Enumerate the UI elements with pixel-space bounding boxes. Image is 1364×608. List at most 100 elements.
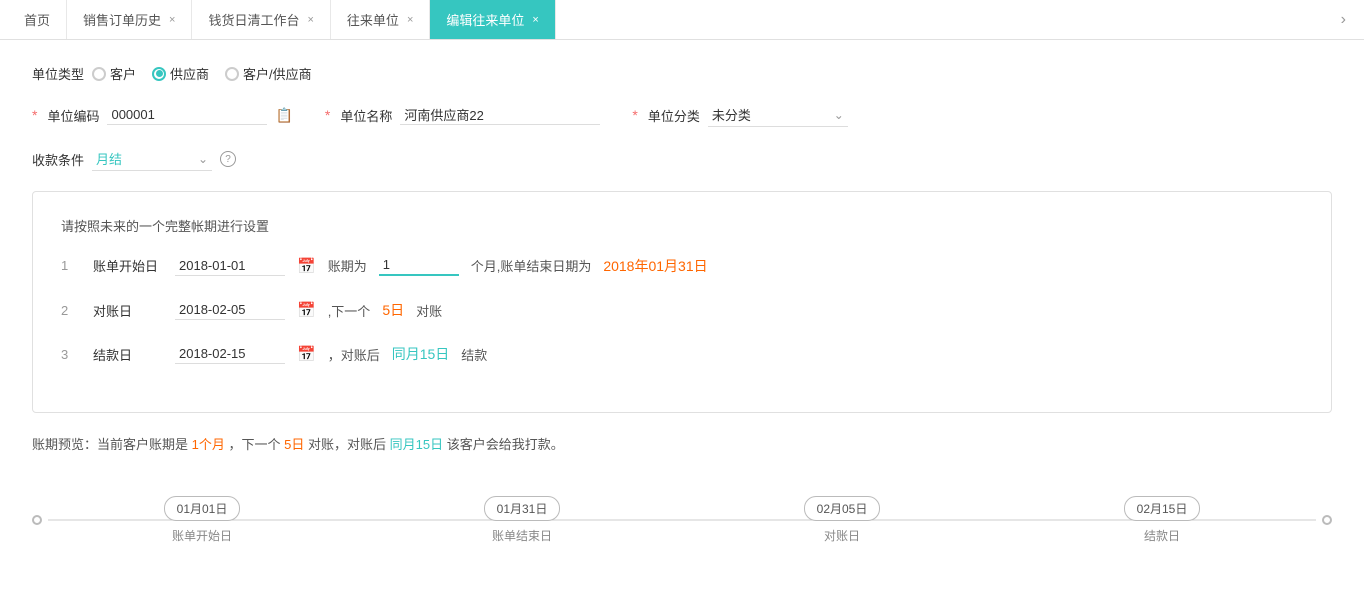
tab-cash-close[interactable]: ×: [307, 14, 313, 26]
timeline-label-1: 账单开始日: [172, 527, 232, 544]
timeline-node-1: 01月01日 账单开始日: [164, 496, 241, 544]
payment-calendar-icon[interactable]: 📅: [297, 345, 316, 363]
row-num-1: 1: [61, 258, 81, 273]
unit-name-field: * 单位名称: [325, 105, 600, 125]
unit-category-star: *: [632, 107, 637, 123]
radio-customer[interactable]: 客户: [92, 64, 136, 83]
tab-more-arrow[interactable]: ›: [1331, 0, 1356, 39]
tab-edit-close[interactable]: ×: [532, 14, 538, 26]
start-date-calendar-icon[interactable]: 📅: [297, 257, 316, 275]
unit-category-value: 未分类: [712, 105, 830, 124]
timeline-label-2: 账单结束日: [492, 527, 552, 544]
payment-field: 收款条件 月结 ⌄ ?: [32, 147, 236, 171]
timeline-label-3: 对账日: [824, 527, 860, 544]
unit-type-row: 单位类型 客户 供应商 客户/供应商: [32, 64, 1332, 83]
timeline-label-4: 结款日: [1144, 527, 1180, 544]
radio-supplier-circle: [152, 67, 166, 81]
preview-part2: 5日: [284, 437, 304, 452]
copy-icon[interactable]: 📋: [275, 107, 292, 124]
tab-cash-daily[interactable]: 钱货日清工作台 ×: [192, 0, 330, 39]
unit-category-arrow: ⌄: [834, 108, 844, 122]
payment-label: 收款条件: [32, 150, 84, 169]
timeline-dot-end: [1322, 515, 1332, 525]
row-label-3: 结款日: [93, 345, 163, 364]
tab-cash-label: 钱货日清工作台: [208, 10, 299, 29]
row-label-1: 账单开始日: [93, 256, 163, 275]
reconcile-calendar-icon[interactable]: 📅: [297, 301, 316, 319]
reconcile-suffix: 对账: [416, 301, 442, 320]
unit-name-input[interactable]: [400, 105, 600, 125]
radio-supplier-label: 供应商: [170, 64, 209, 83]
tab-home[interactable]: 首页: [8, 0, 67, 39]
setting-row-1: 1 账单开始日 📅 账期为 个月,账单结束日期为 2018年01月31日: [61, 255, 1303, 276]
reconcile-date-input[interactable]: [175, 300, 285, 320]
payment-row: 收款条件 月结 ⌄ ?: [32, 147, 1332, 171]
payment-suffix: 结款: [461, 345, 487, 364]
timeline-pill-2: 01月31日: [484, 496, 561, 521]
unit-name-label: 单位名称: [340, 106, 392, 125]
timeline-container: 01月01日 账单开始日 01月31日 账单结束日 02月05日 对账日 02月…: [32, 480, 1332, 560]
tab-sales-label: 销售订单历史: [83, 10, 161, 29]
tab-partner[interactable]: 往来单位 ×: [331, 0, 430, 39]
timeline-pill-4: 02月15日: [1124, 496, 1201, 521]
tab-edit-label: 编辑往来单位: [446, 10, 524, 29]
preview-prefix: 账期预览：当前客户账期是: [32, 437, 188, 452]
timeline-start-node: [32, 515, 42, 525]
unit-code-field: * 单位编码 📋: [32, 105, 293, 125]
period-suffix: 个月,账单结束日期为: [471, 256, 592, 275]
reconcile-prefix: ,下一个: [328, 301, 371, 320]
timeline-dot-start: [32, 515, 42, 525]
payment-value: 月结: [96, 149, 194, 168]
timeline-node-3: 02月05日 对账日: [804, 496, 881, 544]
start-date-input[interactable]: [175, 256, 285, 276]
unit-code-label: 单位编码: [47, 106, 99, 125]
period-end-date: 2018年01月31日: [603, 256, 707, 276]
tabs-bar: 首页 销售订单历史 × 钱货日清工作台 × 往来单位 × 编辑往来单位 × ›: [0, 0, 1364, 40]
radio-group: 客户 供应商 客户/供应商: [92, 64, 312, 83]
preview-part3: 同月15日: [390, 437, 443, 452]
unit-type-field: 单位类型 客户 供应商 客户/供应商: [32, 64, 312, 83]
preview-sep2: 对账，对账后: [308, 437, 386, 452]
period-input[interactable]: [379, 255, 459, 276]
tab-sales-order-history[interactable]: 销售订单历史 ×: [67, 0, 192, 39]
preview-section: 账期预览：当前客户账期是 1个月 ，下一个 5日 对账，对账后 同月15日 该客…: [32, 433, 1332, 456]
preview-part1: 1个月: [192, 437, 225, 452]
unit-category-field: * 单位分类 未分类 ⌄: [632, 103, 847, 127]
section-title: 请按照未来的一个完整帐期进行设置: [61, 216, 1303, 235]
unit-name-star: *: [325, 107, 330, 123]
payment-arrow: ⌄: [198, 152, 208, 166]
tab-sales-close[interactable]: ×: [169, 14, 175, 26]
tab-partner-close[interactable]: ×: [407, 14, 413, 26]
unit-info-row: * 单位编码 📋 * 单位名称 * 单位分类 未分类 ⌄: [32, 103, 1332, 127]
unit-code-input[interactable]: [107, 105, 267, 125]
radio-both[interactable]: 客户/供应商: [225, 64, 312, 83]
payment-select[interactable]: 月结 ⌄: [92, 147, 212, 171]
radio-both-circle: [225, 67, 239, 81]
timeline-pill-1: 01月01日: [164, 496, 241, 521]
row-num-3: 3: [61, 347, 81, 362]
timeline-pill-3: 02月05日: [804, 496, 881, 521]
tab-edit-partner[interactable]: 编辑往来单位 ×: [430, 0, 555, 39]
page-content: 单位类型 客户 供应商 客户/供应商 * 单位编码: [0, 40, 1364, 608]
period-prefix: 账期为: [328, 256, 367, 275]
payment-date-input[interactable]: [175, 344, 285, 364]
preview-suffix: 该客户会给我打款。: [447, 437, 564, 452]
help-icon[interactable]: ?: [220, 151, 236, 167]
tab-home-label: 首页: [24, 10, 50, 29]
preview-sep1: ，下一个: [229, 437, 281, 452]
unit-code-star: *: [32, 107, 37, 123]
radio-customer-circle: [92, 67, 106, 81]
timeline-end-node: [1322, 515, 1332, 525]
unit-category-select[interactable]: 未分类 ⌄: [708, 103, 848, 127]
radio-customer-label: 客户: [110, 64, 136, 83]
radio-supplier[interactable]: 供应商: [152, 64, 209, 83]
setting-row-2: 2 对账日 📅 ,下一个 5日 对账: [61, 300, 1303, 320]
row-label-2: 对账日: [93, 301, 163, 320]
timeline-node-2: 01月31日 账单结束日: [484, 496, 561, 544]
settings-section: 请按照未来的一个完整帐期进行设置 1 账单开始日 📅 账期为 个月,账单结束日期…: [32, 191, 1332, 413]
row-num-2: 2: [61, 303, 81, 318]
radio-both-label: 客户/供应商: [243, 64, 312, 83]
reconcile-highlight: 5日: [382, 300, 404, 320]
tab-partner-label: 往来单位: [347, 10, 399, 29]
payment-prefix: ，对账后: [328, 345, 380, 364]
